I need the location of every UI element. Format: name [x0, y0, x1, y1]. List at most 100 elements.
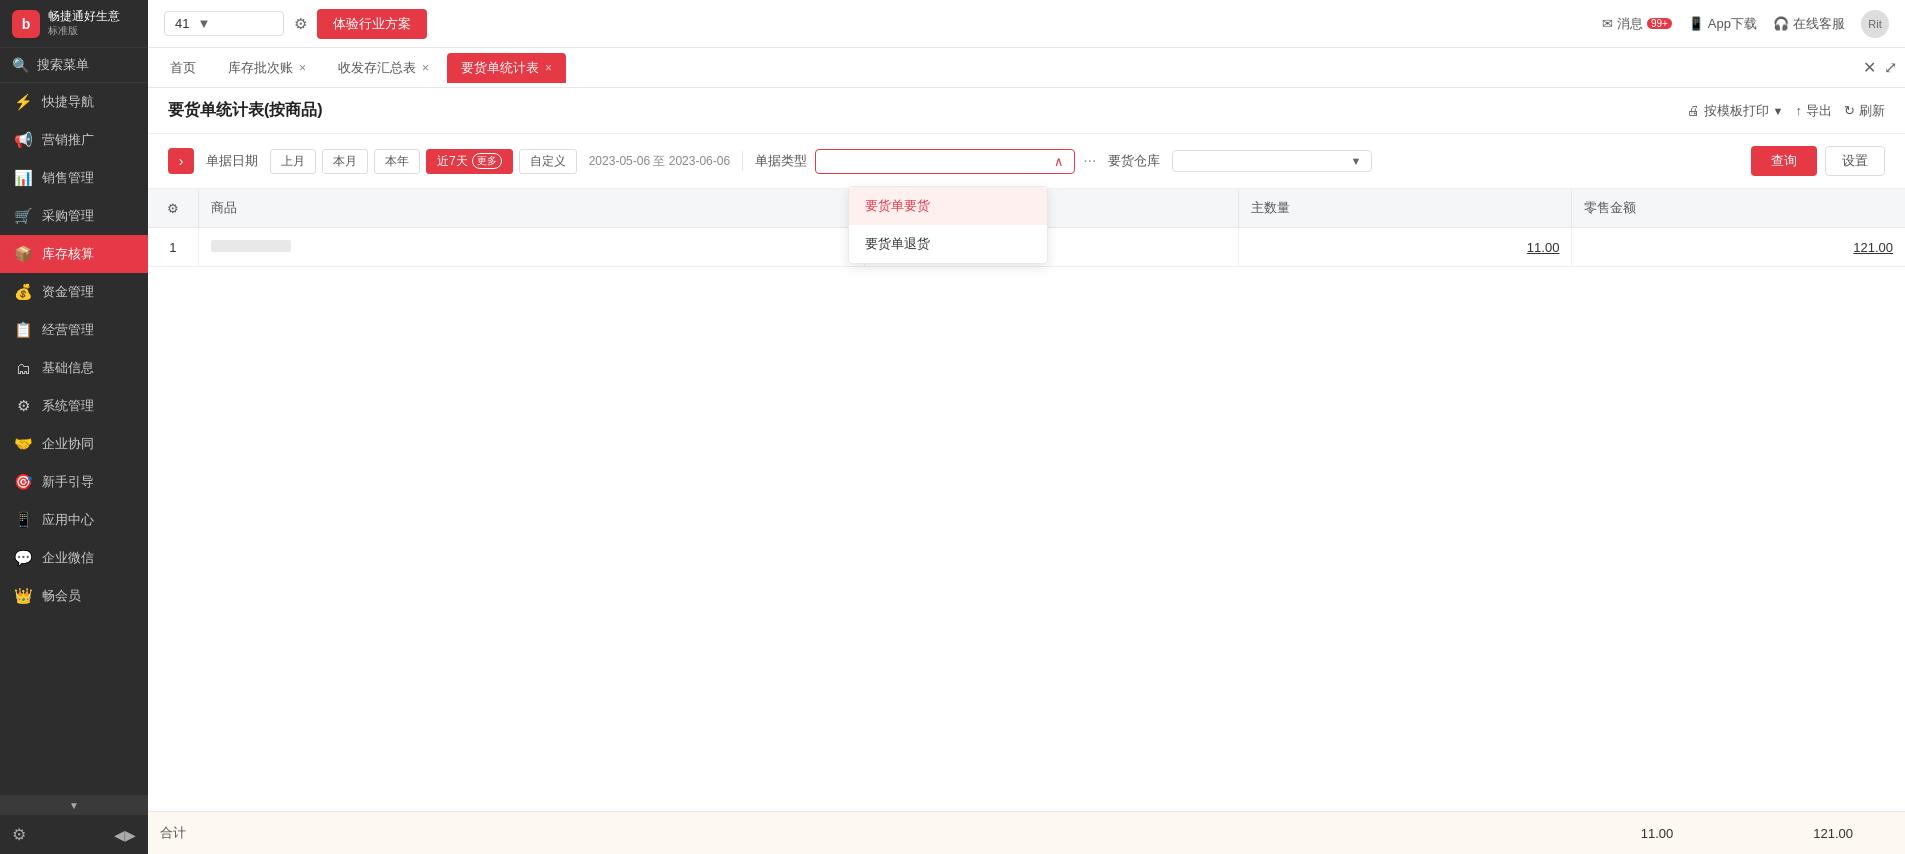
- export-btn[interactable]: ↑ 导出: [1796, 102, 1833, 120]
- col-settings-header[interactable]: ⚙: [148, 189, 198, 228]
- sidebar-item-label: 企业微信: [42, 549, 94, 567]
- sidebar-scroll-down[interactable]: ▼: [0, 795, 148, 814]
- week-badge: 更多: [472, 153, 502, 169]
- quantity-link[interactable]: 11.00: [1527, 240, 1560, 255]
- sidebar-item-guide[interactable]: 🎯 新手引导: [0, 463, 148, 501]
- sidebar: b 畅捷通好生意 标准版 🔍 搜索菜单 ⚡ 快捷导航 📢 营销推广 📊 销售管理…: [0, 0, 148, 854]
- date-range: 2023-05-06 至 2023-06-06: [589, 153, 730, 170]
- sidebar-item-label: 企业协同: [42, 435, 94, 453]
- tab-order-stats[interactable]: 要货单统计表 ×: [447, 53, 566, 83]
- page-area: 要货单统计表(按商品) 🖨 按模板打印 ▼ ↑ 导出 ↻ 刷新: [148, 88, 1905, 854]
- tab-inventory-batch[interactable]: 库存批次账 ×: [214, 53, 320, 83]
- close-window-btn[interactable]: ✕: [1863, 58, 1876, 77]
- sidebar-item-sales[interactable]: 📊 销售管理: [0, 159, 148, 197]
- option-order[interactable]: 要货单要货: [849, 187, 1047, 225]
- row-index: 1: [148, 228, 198, 267]
- sidebar-item-label: 库存核算: [42, 245, 94, 263]
- app-name: 畅捷通好生意: [48, 9, 120, 25]
- col-quantity-header: 主数量: [1239, 189, 1572, 228]
- sidebar-item-purchase[interactable]: 🛒 采购管理: [0, 197, 148, 235]
- print-label: 按模板打印: [1704, 102, 1769, 120]
- top-header: 41 ▼ ⚙ 体验行业方案 ✉ 消息 99+ 📱 App下载 🎧 在线客服 Ri…: [148, 0, 1905, 48]
- service-icon: 🎧: [1773, 16, 1789, 31]
- refresh-btn[interactable]: ↻ 刷新: [1844, 102, 1885, 120]
- sidebar-item-label: 销售管理: [42, 169, 94, 187]
- sidebar-item-quick-nav[interactable]: ⚡ 快捷导航: [0, 83, 148, 121]
- filter-bar: › 单据日期 上月 本月 本年 近7天 更多 自定义 2023-05-06 至 …: [148, 134, 1905, 189]
- sidebar-item-marketing[interactable]: 📢 营销推广: [0, 121, 148, 159]
- tab-close-order-stats[interactable]: ×: [545, 61, 552, 75]
- col-product-header: 商品: [198, 189, 864, 228]
- tabs-end-actions: ✕ ⤢: [1863, 58, 1897, 77]
- tab-order-stats-label: 要货单统计表: [461, 59, 539, 77]
- date-tab-year[interactable]: 本年: [374, 149, 420, 174]
- search-menu[interactable]: 🔍 搜索菜单: [0, 48, 148, 83]
- search-icon: 🔍: [12, 57, 29, 73]
- sidebar-bottom: ⚙ ◀▶: [0, 814, 148, 854]
- sidebar-item-vip[interactable]: 👑 畅会员: [0, 577, 148, 615]
- system-icon: ⚙: [12, 397, 34, 415]
- enterprise-icon: 🤝: [12, 435, 34, 453]
- row-product: [198, 228, 864, 267]
- sidebar-item-operation[interactable]: 📋 经营管理: [0, 311, 148, 349]
- option-return[interactable]: 要货单退货: [849, 225, 1047, 263]
- sidebar-item-basic[interactable]: 🗂 基础信息: [0, 349, 148, 387]
- header-right: ✉ 消息 99+ 📱 App下载 🎧 在线客服 Rit: [1602, 10, 1889, 38]
- tab-close-inventory-batch[interactable]: ×: [299, 61, 306, 75]
- sidebar-item-app-center[interactable]: 📱 应用中心: [0, 501, 148, 539]
- doc-type-group: 单据类型 ∧ ···: [755, 149, 1096, 174]
- app-logo: b 畅捷通好生意 标准版: [0, 0, 148, 48]
- doc-type-popup: 要货单要货 要货单退货: [848, 186, 1048, 264]
- trial-button[interactable]: 体验行业方案: [317, 9, 427, 39]
- date-tab-week[interactable]: 近7天 更多: [426, 149, 513, 174]
- sidebar-item-label: 经营管理: [42, 321, 94, 339]
- sidebar-item-system[interactable]: ⚙ 系统管理: [0, 387, 148, 425]
- online-service-action[interactable]: 🎧 在线客服: [1773, 15, 1845, 33]
- sidebar-item-inventory[interactable]: 📦 库存核算: [0, 235, 148, 273]
- filter-divider: [742, 151, 743, 171]
- export-label: 导出: [1806, 102, 1832, 120]
- date-tab-custom[interactable]: 自定义: [519, 149, 577, 174]
- header-left: 41 ▼ ⚙ 体验行业方案: [164, 9, 427, 39]
- sidebar-item-label: 采购管理: [42, 207, 94, 225]
- settings-button[interactable]: 设置: [1825, 146, 1885, 176]
- print-icon: 🖨: [1687, 103, 1700, 118]
- marketing-icon: 📢: [12, 131, 34, 149]
- filter-expand-btn[interactable]: ›: [168, 148, 194, 174]
- app-download-action[interactable]: 📱 App下载: [1688, 15, 1757, 33]
- filter-action-btns: 查询 设置: [1751, 146, 1885, 176]
- sidebar-item-wechat[interactable]: 💬 企业微信: [0, 539, 148, 577]
- avatar[interactable]: Rit: [1861, 10, 1889, 38]
- tab-home-label: 首页: [170, 59, 196, 77]
- sidebar-item-enterprise[interactable]: 🤝 企业协同: [0, 425, 148, 463]
- finance-icon: 💰: [12, 283, 34, 301]
- message-icon: ✉: [1602, 16, 1613, 31]
- basic-icon: 🗂: [12, 360, 34, 377]
- sidebar-item-label: 新手引导: [42, 473, 94, 491]
- sidebar-item-label: 畅会员: [42, 587, 81, 605]
- print-btn[interactable]: 🖨 按模板打印 ▼: [1687, 102, 1784, 120]
- restore-window-btn[interactable]: ⤢: [1884, 58, 1897, 77]
- guide-icon: 🎯: [12, 473, 34, 491]
- query-button[interactable]: 查询: [1751, 146, 1817, 176]
- date-tab-prev[interactable]: 上月: [270, 149, 316, 174]
- amount-link[interactable]: 121.00: [1853, 240, 1893, 255]
- messages-action[interactable]: ✉ 消息 99+: [1602, 15, 1672, 33]
- branch-dropdown[interactable]: 41 ▼: [164, 11, 284, 36]
- sidebar-settings-icon[interactable]: ⚙: [12, 825, 26, 844]
- col-amount-header: 零售金额: [1572, 189, 1905, 228]
- sidebar-item-label: 应用中心: [42, 511, 94, 529]
- tab-close-receive-summary[interactable]: ×: [422, 61, 429, 75]
- sidebar-item-finance[interactable]: 💰 资金管理: [0, 273, 148, 311]
- search-menu-label: 搜索菜单: [37, 56, 89, 74]
- doc-type-dropdown[interactable]: ∧: [815, 149, 1075, 174]
- tab-receive-summary[interactable]: 收发存汇总表 ×: [324, 53, 443, 83]
- tab-home[interactable]: 首页: [156, 53, 210, 83]
- settings-icon[interactable]: ⚙: [294, 15, 307, 33]
- avatar-text: Rit: [1868, 18, 1881, 30]
- filter-more-btn[interactable]: ···: [1083, 152, 1096, 170]
- sidebar-collapse-icon[interactable]: ◀▶: [114, 827, 136, 843]
- date-tab-curr[interactable]: 本月: [322, 149, 368, 174]
- warehouse-dropdown[interactable]: ▼: [1172, 150, 1372, 172]
- date-tabs: 上月 本月 本年 近7天 更多 自定义: [270, 149, 577, 174]
